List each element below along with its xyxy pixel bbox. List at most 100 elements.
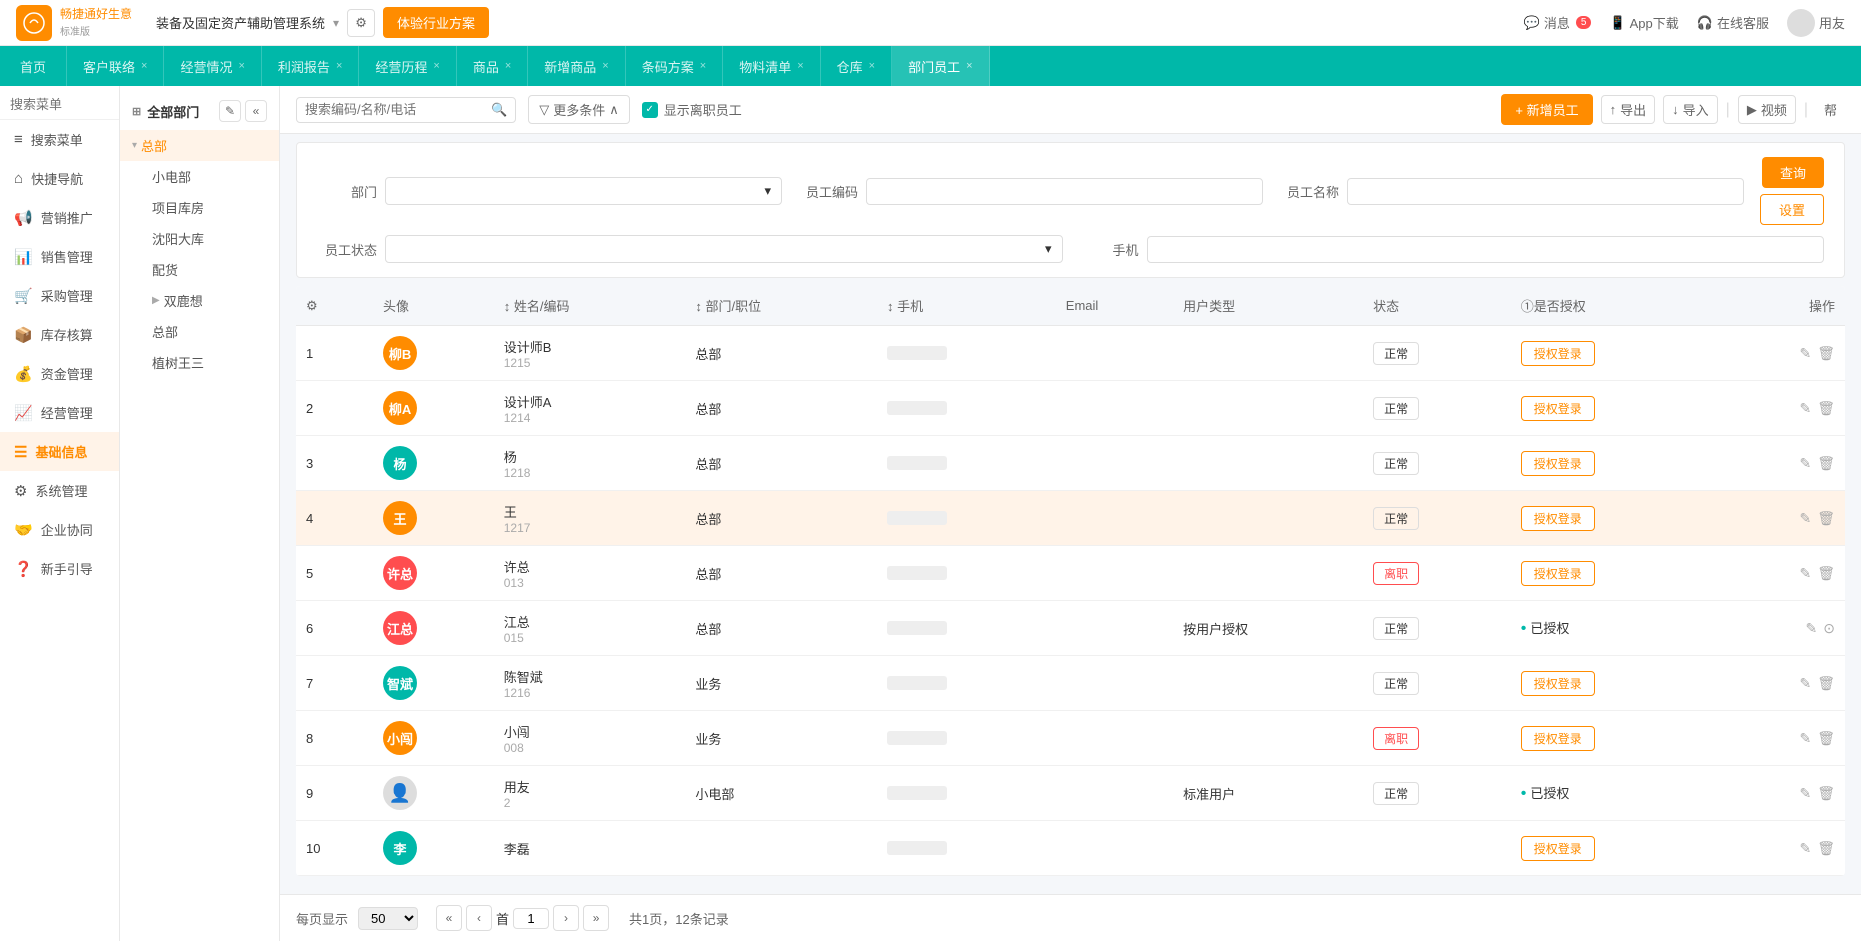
sidebar-item-新手引导[interactable]: ❓新手引导 xyxy=(0,549,119,588)
emp-status-select[interactable]: ▾ xyxy=(385,235,1063,263)
import-button[interactable]: ↓ 导入 xyxy=(1663,95,1718,124)
trial-button[interactable]: 体验行业方案 xyxy=(383,7,489,38)
auth-button[interactable]: 授权登录 xyxy=(1521,451,1595,476)
auth-button[interactable]: 授权登录 xyxy=(1521,341,1595,366)
tab-close-icon[interactable]: × xyxy=(869,60,875,72)
nav-tab-仓库[interactable]: 仓库× xyxy=(821,46,892,86)
delete-icon[interactable]: 🗑 xyxy=(1817,730,1835,747)
phone-col-header[interactable]: ↕ 手机 xyxy=(877,286,1056,326)
tab-close-icon[interactable]: × xyxy=(141,60,147,72)
next-page-btn[interactable]: › xyxy=(553,905,579,931)
nav-tab-首页[interactable]: 首页 xyxy=(0,46,67,86)
per-page-select[interactable]: 5020100 xyxy=(358,907,418,930)
phone-input[interactable] xyxy=(1147,236,1825,263)
sidebar-item-系统管理[interactable]: ⚙系统管理 xyxy=(0,471,119,510)
set-button[interactable]: 设置 xyxy=(1760,194,1824,225)
settings-col-header[interactable]: ⚙ xyxy=(296,286,373,326)
dept-node-peihuo[interactable]: 配货 xyxy=(140,254,279,285)
online-service-button[interactable]: 🎧 在线客服 xyxy=(1697,13,1769,32)
user-menu[interactable]: 用友 xyxy=(1787,9,1845,37)
sidebar-item-资金管理[interactable]: 💰资金管理 xyxy=(0,354,119,393)
edit-icon[interactable]: ✎ xyxy=(1799,785,1811,802)
prev-page-btn[interactable]: ‹ xyxy=(466,905,492,931)
dept-node-project[interactable]: 项目库房 xyxy=(140,192,279,223)
edit-icon[interactable]: ✎ xyxy=(1799,455,1811,472)
add-employee-button[interactable]: + 新增员工 xyxy=(1501,94,1592,125)
title-dropdown-icon[interactable]: ▾ xyxy=(333,16,339,30)
edit-icon[interactable]: ✎ xyxy=(1799,510,1811,527)
first-page-btn[interactable]: « xyxy=(436,905,462,931)
dept-node-xiaodian[interactable]: 小电部 xyxy=(140,161,279,192)
sidebar-item-销售管理[interactable]: 📊销售管理 xyxy=(0,237,119,276)
delete-icon[interactable]: 🗑 xyxy=(1817,400,1835,417)
last-page-btn[interactable]: » xyxy=(583,905,609,931)
sidebar-item-基础信息[interactable]: ☰基础信息 xyxy=(0,432,119,471)
message-button[interactable]: 💬 消息 5 xyxy=(1524,13,1592,32)
show-leave-toggle[interactable]: ✓ 显示离职员工 xyxy=(642,100,742,119)
sidebar-item-经营管理[interactable]: 📈经营管理 xyxy=(0,393,119,432)
dept-node-shuanglu[interactable]: ▶ 双鹿想 xyxy=(140,285,279,316)
delete-icon[interactable]: 🗑 xyxy=(1817,510,1835,527)
name-code-col-header[interactable]: ↕ 姓名/编码 xyxy=(494,286,686,326)
more-conditions-btn[interactable]: ▽ 更多条件 ∧ xyxy=(528,95,630,124)
nav-tab-条码方案[interactable]: 条码方案× xyxy=(626,46,723,86)
sidebar-item-采购管理[interactable]: 🛒采购管理 xyxy=(0,276,119,315)
gear-button[interactable]: ⚙ xyxy=(347,9,375,37)
sidebar-item-快捷导航[interactable]: ⌂快捷导航 xyxy=(0,159,119,198)
sidebar-search-input[interactable] xyxy=(10,97,120,112)
edit-icon[interactable]: ✎ xyxy=(1799,730,1811,747)
auth-button[interactable]: 授权登录 xyxy=(1521,671,1595,696)
nav-tab-商品[interactable]: 商品× xyxy=(457,46,528,86)
page-input[interactable] xyxy=(513,908,549,929)
delete-icon[interactable]: 🗑 xyxy=(1817,565,1835,582)
query-button[interactable]: 查询 xyxy=(1762,157,1824,188)
auth-button[interactable]: 授权登录 xyxy=(1521,396,1595,421)
edit-icon[interactable]: ✎ xyxy=(1799,345,1811,362)
sidebar-item-企业协同[interactable]: 🤝企业协同 xyxy=(0,510,119,549)
tab-close-icon[interactable]: × xyxy=(797,60,803,72)
edit-icon[interactable]: ✎ xyxy=(1799,675,1811,692)
dept-edit-btn[interactable]: ✎ xyxy=(219,100,241,122)
tab-close-icon[interactable]: × xyxy=(238,60,244,72)
emp-name-input[interactable] xyxy=(1347,178,1744,205)
sidebar-item-库存核算[interactable]: 📦库存核算 xyxy=(0,315,119,354)
sidebar-item-搜索菜单[interactable]: ≡搜索菜单 xyxy=(0,120,119,159)
copy-icon[interactable]: ⊙ xyxy=(1823,620,1835,637)
emp-code-input[interactable] xyxy=(866,178,1263,205)
dept-node-zongbu[interactable]: 总部 xyxy=(140,316,279,347)
auth-button[interactable]: 授权登录 xyxy=(1521,506,1595,531)
auth-button[interactable]: 授权登录 xyxy=(1521,561,1595,586)
tab-close-icon[interactable]: × xyxy=(602,60,608,72)
dept-select[interactable]: ▾ xyxy=(385,177,782,205)
dept-node-zhishu[interactable]: 植树王三 xyxy=(140,347,279,378)
export-button[interactable]: ↑ 导出 xyxy=(1601,95,1656,124)
nav-tab-经营历程[interactable]: 经营历程× xyxy=(359,46,456,86)
edit-icon[interactable]: ✎ xyxy=(1799,565,1811,582)
delete-icon[interactable]: 🗑 xyxy=(1817,675,1835,692)
app-download-button[interactable]: 📱 App下载 xyxy=(1609,13,1678,32)
tab-close-icon[interactable]: × xyxy=(505,60,511,72)
edit-icon[interactable]: ✎ xyxy=(1806,620,1818,637)
dept-position-col-header[interactable]: ↕ 部门/职位 xyxy=(685,286,877,326)
delete-icon[interactable]: 🗑 xyxy=(1817,785,1835,802)
delete-icon[interactable]: 🗑 xyxy=(1817,455,1835,472)
nav-tab-客户联络[interactable]: 客户联络× xyxy=(67,46,164,86)
nav-tab-新增商品[interactable]: 新增商品× xyxy=(528,46,625,86)
auth-button[interactable]: 授权登录 xyxy=(1521,726,1595,751)
dept-node-hq[interactable]: ▾ 总部 xyxy=(120,130,279,161)
edit-icon[interactable]: ✎ xyxy=(1799,400,1811,417)
sidebar-item-营销推广[interactable]: 📢营销推广 xyxy=(0,198,119,237)
delete-icon[interactable]: 🗑 xyxy=(1817,840,1835,857)
tab-close-icon[interactable]: × xyxy=(700,60,706,72)
search-input[interactable] xyxy=(305,102,485,117)
auth-button[interactable]: 授权登录 xyxy=(1521,836,1595,861)
tab-close-icon[interactable]: × xyxy=(336,60,342,72)
help-button[interactable]: 帮 xyxy=(1816,96,1845,123)
tab-close-icon[interactable]: × xyxy=(966,60,972,72)
nav-tab-利润报告[interactable]: 利润报告× xyxy=(262,46,359,86)
nav-tab-经营情况[interactable]: 经营情况× xyxy=(164,46,261,86)
dept-collapse-btn[interactable]: « xyxy=(245,100,267,122)
edit-icon[interactable]: ✎ xyxy=(1799,840,1811,857)
view-button[interactable]: ▶ 视频 xyxy=(1738,95,1796,124)
tab-close-icon[interactable]: × xyxy=(433,60,439,72)
